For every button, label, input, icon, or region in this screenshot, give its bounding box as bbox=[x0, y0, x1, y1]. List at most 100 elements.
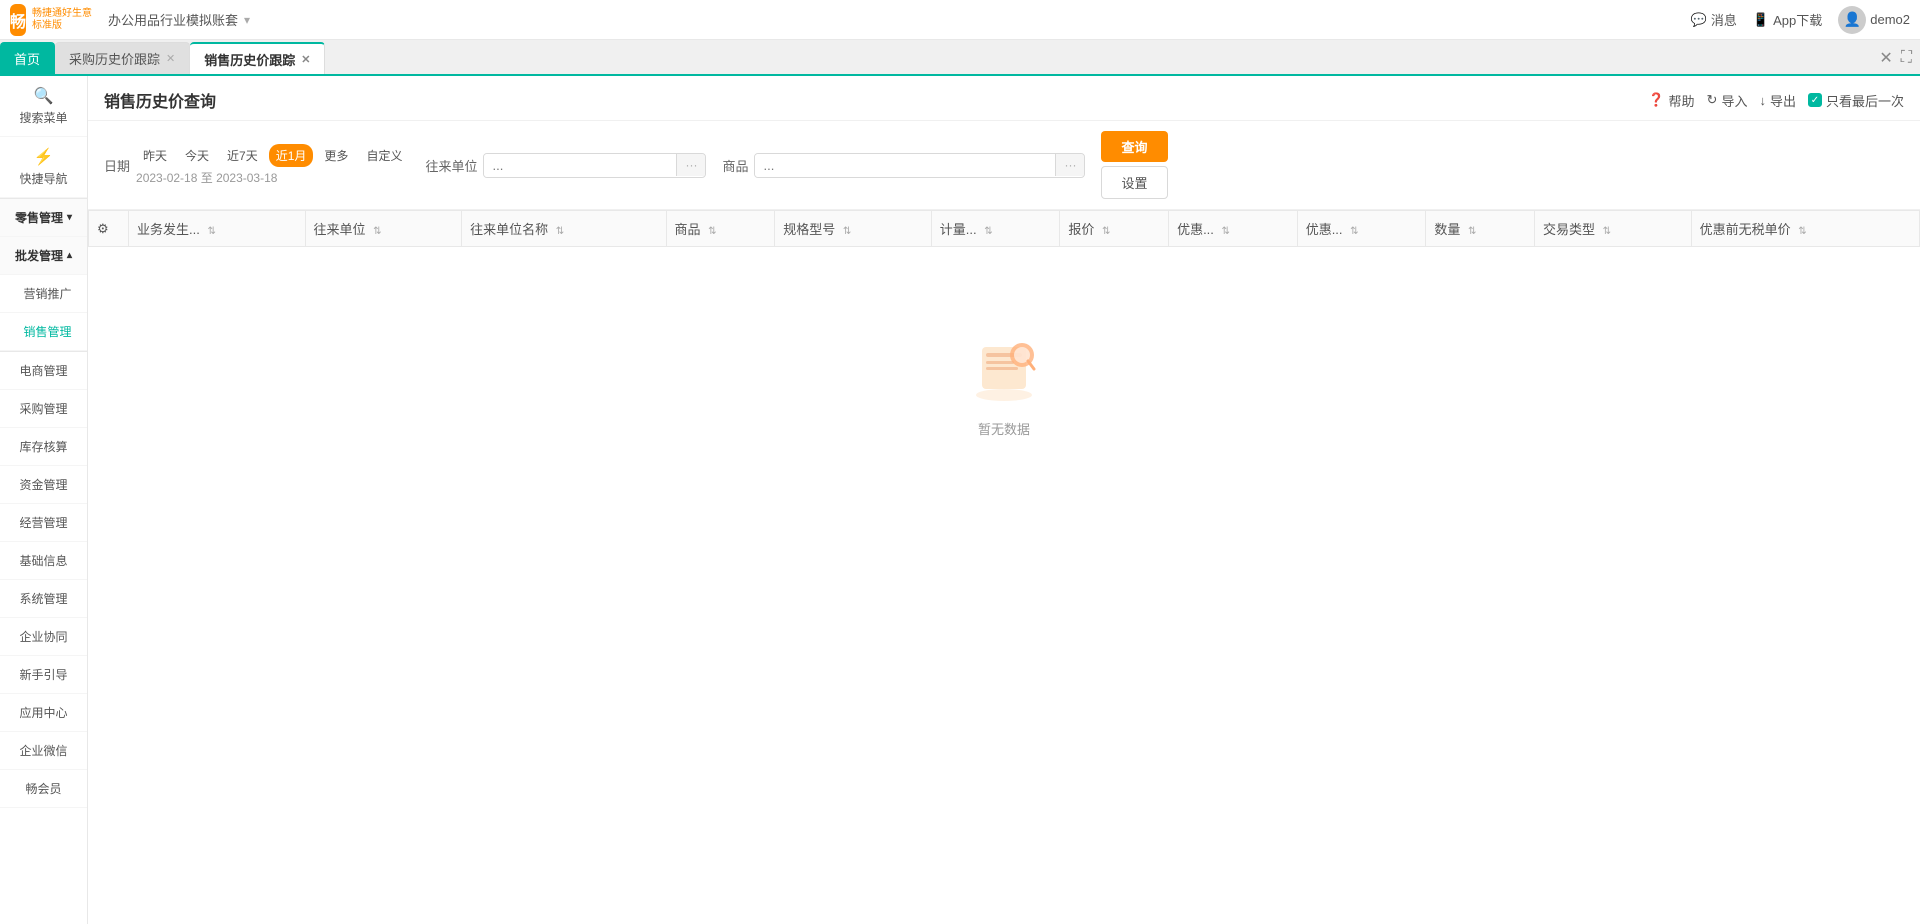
sidebar-item-corp-wechat[interactable]: 企业微信 bbox=[0, 732, 87, 770]
settings-gear-icon[interactable]: ⚙ bbox=[97, 221, 109, 236]
tab-sales-close-icon[interactable]: ✕ bbox=[301, 53, 310, 66]
sidebar-item-member[interactable]: 畅会员 bbox=[0, 770, 87, 808]
tab-purchase-history-label: 采购历史价跟踪 bbox=[69, 49, 160, 68]
date-btn-yesterday[interactable]: 昨天 bbox=[136, 144, 174, 167]
app-download-btn[interactable]: 📱 App下载 bbox=[1753, 10, 1822, 29]
logo-text: 畅捷通好生意 标准版 bbox=[32, 8, 92, 32]
sidebar-item-operation[interactable]: 经营管理 bbox=[0, 504, 87, 542]
th-spec[interactable]: 规格型号 ⇅ bbox=[775, 211, 932, 247]
date-filter-group: 日期 昨天 今天 近7天 近1月 更多 自定义 2023-02-18 至 202… bbox=[104, 144, 409, 186]
sidebar-item-inventory[interactable]: 库存核算 bbox=[0, 428, 87, 466]
counterparty-input-container: ··· bbox=[483, 153, 706, 178]
th-discount1[interactable]: 优惠... ⇅ bbox=[1169, 211, 1298, 247]
date-buttons: 昨天 今天 近7天 近1月 更多 自定义 bbox=[136, 144, 409, 167]
dropdown-arrow-icon[interactable]: ▾ bbox=[244, 13, 250, 27]
sidebar-label-retail: 零售管理 bbox=[15, 209, 63, 226]
th-product-label: 商品 bbox=[675, 222, 701, 237]
query-btn[interactable]: 查询 bbox=[1101, 131, 1167, 162]
data-table: ⚙ 业务发生... ⇅ 往来单位 ⇅ 往来单位名称 bbox=[88, 210, 1920, 247]
message-btn[interactable]: 💬 消息 bbox=[1691, 10, 1737, 29]
tab-purchase-history[interactable]: 采购历史价跟踪 ✕ bbox=[55, 42, 190, 74]
th-discount2[interactable]: 优惠... ⇅ bbox=[1297, 211, 1426, 247]
counterparty-input-btn[interactable]: ··· bbox=[676, 154, 705, 176]
empty-icon bbox=[964, 327, 1044, 407]
sidebar-item-quick-nav[interactable]: ⚡ 快捷导航 bbox=[0, 137, 87, 198]
only-last-area[interactable]: ✓ 只看最后一次 bbox=[1808, 91, 1904, 110]
th-discount2-label: 优惠... bbox=[1306, 222, 1343, 237]
top-bar-left: 畅 畅捷通好生意 标准版 办公用品行业模拟账套 ▾ bbox=[10, 4, 250, 36]
top-bar: 畅 畅捷通好生意 标准版 办公用品行业模拟账套 ▾ 💬 消息 📱 App下载 👤… bbox=[0, 0, 1920, 40]
logo-area: 畅 畅捷通好生意 标准版 bbox=[10, 4, 90, 36]
only-last-checkbox[interactable]: ✓ bbox=[1808, 93, 1822, 107]
th-product[interactable]: 商品 ⇅ bbox=[666, 211, 775, 247]
top-center: 办公用品行业模拟账套 ▾ bbox=[98, 10, 250, 29]
product-input-btn[interactable]: ··· bbox=[1055, 154, 1084, 176]
maximize-icon[interactable]: ⛶ bbox=[1901, 49, 1912, 67]
sidebar-label-search-menu: 搜索菜单 bbox=[19, 109, 67, 126]
th-biz-date[interactable]: 业务发生... ⇅ bbox=[129, 211, 306, 247]
sidebar-label-wholesale: 批发管理 bbox=[15, 247, 63, 264]
sidebar-label-operation: 经营管理 bbox=[19, 514, 67, 531]
product-label: 办公用品行业模拟账套 bbox=[108, 10, 238, 29]
sidebar-item-new-guide[interactable]: 新手引导 bbox=[0, 656, 87, 694]
date-btn-custom[interactable]: 自定义 bbox=[359, 144, 409, 167]
sort-icon-discount1: ⇅ bbox=[1222, 226, 1230, 237]
user-name: demo2 bbox=[1870, 12, 1910, 27]
sidebar-item-finance[interactable]: 资金管理 bbox=[0, 466, 87, 504]
sidebar-item-app-center[interactable]: 应用中心 bbox=[0, 694, 87, 732]
tab-right-actions: ✕ ⛶ bbox=[1879, 42, 1920, 74]
table-area: ⚙ 业务发生... ⇅ 往来单位 ⇅ 往来单位名称 bbox=[88, 210, 1920, 924]
close-window-icon[interactable]: ✕ bbox=[1879, 48, 1892, 68]
filter-area: 日期 昨天 今天 近7天 近1月 更多 自定义 2023-02-18 至 202… bbox=[88, 121, 1920, 210]
th-quote[interactable]: 报价 ⇅ bbox=[1060, 211, 1169, 247]
sidebar-label-sales-mgmt: 销售管理 bbox=[23, 323, 71, 340]
sidebar-item-purchase[interactable]: 采购管理 bbox=[0, 390, 87, 428]
sidebar-item-basic-info[interactable]: 基础信息 bbox=[0, 542, 87, 580]
import-btn[interactable]: ↻ 导入 bbox=[1707, 91, 1748, 110]
product-label: 商品 bbox=[722, 156, 748, 175]
th-quantity[interactable]: 数量 ⇅ bbox=[1426, 211, 1535, 247]
date-btn-today[interactable]: 今天 bbox=[178, 144, 216, 167]
th-discount1-label: 优惠... bbox=[1177, 222, 1214, 237]
date-btn-1month[interactable]: 近1月 bbox=[269, 144, 314, 167]
chevron-up-icon: ▴ bbox=[67, 250, 72, 261]
th-pretax-price[interactable]: 优惠前无税单价 ⇅ bbox=[1691, 211, 1919, 247]
th-quote-label: 报价 bbox=[1068, 222, 1094, 237]
help-btn[interactable]: ❓ 帮助 bbox=[1648, 91, 1694, 110]
sort-icon-discount2: ⇅ bbox=[1350, 226, 1358, 237]
import-label: 导入 bbox=[1721, 91, 1747, 110]
sort-icon-spec: ⇅ bbox=[843, 226, 851, 237]
th-counterparty[interactable]: 往来单位 ⇅ bbox=[305, 211, 462, 247]
product-input[interactable] bbox=[755, 154, 1055, 177]
tab-purchase-close-icon[interactable]: ✕ bbox=[166, 52, 175, 65]
sidebar-item-wholesale-mgmt[interactable]: 批发管理 ▴ bbox=[0, 237, 87, 275]
content-area: 销售历史价查询 ❓ 帮助 ↻ 导入 ↓ 导出 ✓ bbox=[88, 76, 1920, 924]
date-btn-more[interactable]: 更多 bbox=[317, 144, 355, 167]
settings-btn[interactable]: 设置 bbox=[1101, 166, 1167, 199]
date-btn-7days[interactable]: 近7天 bbox=[220, 144, 265, 167]
date-range-text: 2023-02-18 至 2023-03-18 bbox=[136, 169, 409, 186]
th-counterparty-name[interactable]: 往来单位名称 ⇅ bbox=[462, 211, 666, 247]
tab-sales-history[interactable]: 销售历史价跟踪 ✕ bbox=[190, 42, 325, 74]
th-settings[interactable]: ⚙ bbox=[89, 211, 129, 247]
counterparty-input[interactable] bbox=[484, 154, 676, 177]
help-icon: ❓ bbox=[1648, 92, 1664, 108]
tab-home[interactable]: 首页 bbox=[0, 42, 55, 74]
export-btn[interactable]: ↓ 导出 bbox=[1759, 91, 1796, 110]
sidebar-label-sys-mgmt: 系统管理 bbox=[19, 590, 67, 607]
user-area[interactable]: 👤 demo2 bbox=[1838, 6, 1910, 34]
th-trade-type[interactable]: 交易类型 ⇅ bbox=[1535, 211, 1692, 247]
sidebar-item-marketing[interactable]: 营销推广 bbox=[0, 275, 87, 313]
sidebar-item-sys-mgmt[interactable]: 系统管理 bbox=[0, 580, 87, 618]
sidebar-item-corp-agreement[interactable]: 企业协同 bbox=[0, 618, 87, 656]
sidebar-item-sales-mgmt[interactable]: 销售管理 bbox=[0, 313, 87, 351]
sidebar-item-retail-mgmt[interactable]: 零售管理 ▾ bbox=[0, 199, 87, 237]
sidebar: 🔍 搜索菜单 ⚡ 快捷导航 零售管理 ▾ 批发管理 ▴ 营销推广 销售管理 电商… bbox=[0, 76, 88, 924]
th-unit[interactable]: 计量... ⇅ bbox=[931, 211, 1060, 247]
sidebar-item-search-menu[interactable]: 🔍 搜索菜单 bbox=[0, 76, 87, 137]
sort-icon-quote: ⇅ bbox=[1102, 226, 1110, 237]
sort-icon-quantity: ⇅ bbox=[1468, 226, 1476, 237]
search-icon: 🔍 bbox=[34, 86, 54, 106]
sidebar-item-ecommerce[interactable]: 电商管理 bbox=[0, 352, 87, 390]
sidebar-label-inventory: 库存核算 bbox=[19, 438, 67, 455]
